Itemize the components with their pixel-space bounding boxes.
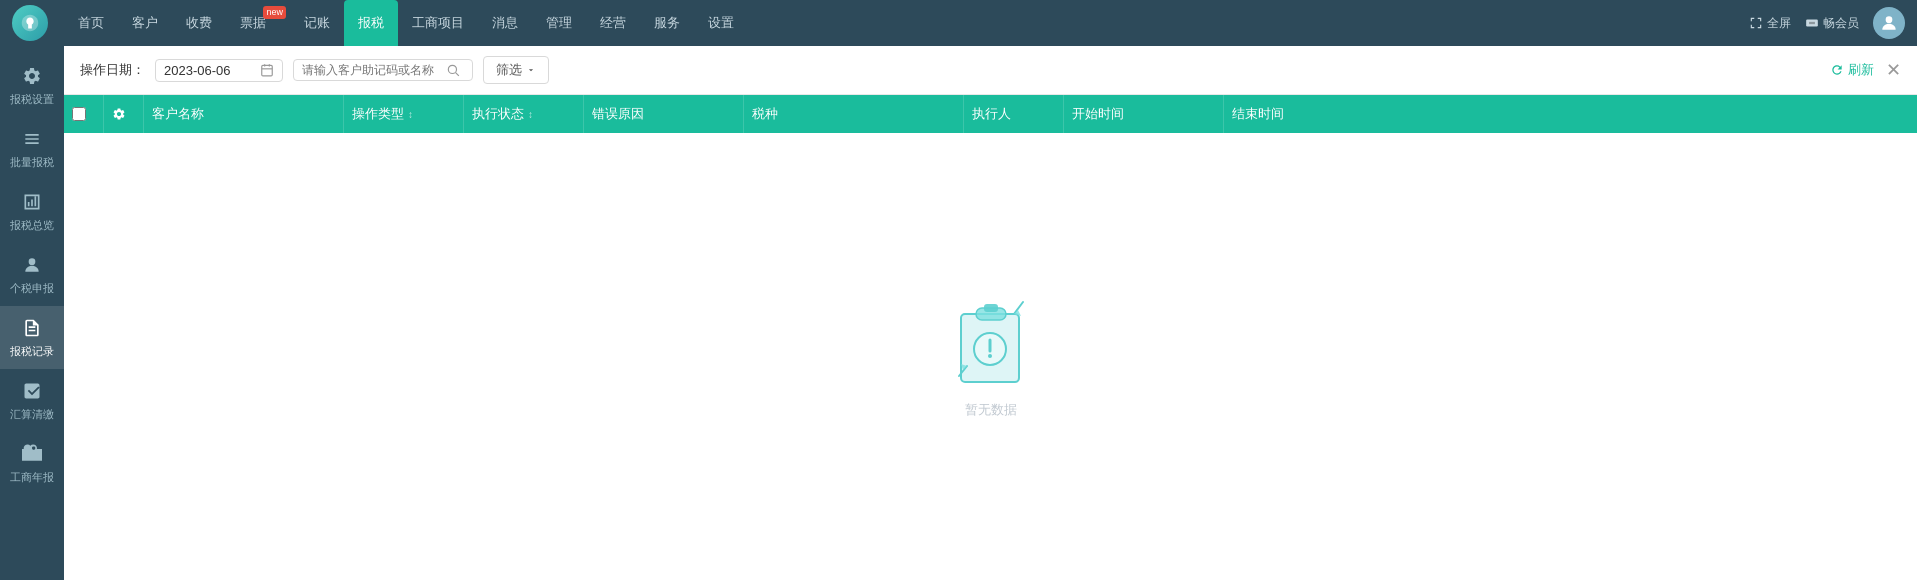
date-label: 操作日期： (80, 61, 145, 79)
nav-customer[interactable]: 客户 (118, 0, 172, 46)
svg-line-8 (456, 73, 459, 76)
settings-icon (20, 64, 44, 88)
th-end-time: 结束时间 (1224, 95, 1384, 133)
sidebar-item-tax-record[interactable]: 报税记录 (0, 306, 64, 369)
sidebar-item-settle[interactable]: 汇算清缴 (0, 369, 64, 432)
batch-icon (20, 127, 44, 151)
record-icon (20, 316, 44, 340)
svg-point-7 (448, 65, 456, 73)
nav-fee[interactable]: 收费 (172, 0, 226, 46)
fullscreen-btn[interactable]: 全屏 (1749, 15, 1791, 32)
sidebar-label-tax-overview: 报税总览 (10, 218, 54, 233)
table-container: 客户名称 操作类型 ↕ 执行状态 ↕ 错误原因 税种 执行人 (64, 95, 1917, 580)
calendar-icon (260, 63, 274, 77)
sidebar-item-tax-overview[interactable]: 报税总览 (0, 180, 64, 243)
th-tax-type: 税种 (744, 95, 964, 133)
sidebar-label-tax-record: 报税记录 (10, 344, 54, 359)
search-icon (446, 63, 460, 77)
select-all-checkbox[interactable] (72, 107, 86, 121)
sidebar-label-settle: 汇算清缴 (10, 407, 54, 422)
nav-business[interactable]: 工商项目 (398, 0, 478, 46)
search-box[interactable] (293, 59, 473, 81)
table-header: 客户名称 操作类型 ↕ 执行状态 ↕ 错误原因 税种 执行人 (64, 95, 1917, 133)
th-gear (104, 95, 144, 133)
sidebar-item-batch-tax[interactable]: 批量报税 (0, 117, 64, 180)
toolbar: 操作日期： 筛选 刷新 ✕ (64, 46, 1917, 95)
annual-icon (20, 442, 44, 466)
member-btn[interactable]: 畅会员 (1805, 15, 1859, 32)
th-start-time: 开始时间 (1064, 95, 1224, 133)
new-badge: new (263, 6, 286, 19)
svg-rect-13 (984, 304, 998, 312)
overview-icon (20, 190, 44, 214)
svg-point-1 (1886, 16, 1893, 23)
empty-illustration-svg (951, 294, 1031, 389)
settle-icon (20, 379, 44, 403)
nav-home[interactable]: 首页 (64, 0, 118, 46)
toolbar-right: 刷新 ✕ (1830, 59, 1901, 81)
top-navigation: 首页 客户 收费 票据 new 记账 报税 工商项目 消息 管理 经营 服务 设… (0, 0, 1917, 46)
filter-button[interactable]: 筛选 (483, 56, 549, 84)
refresh-icon (1830, 63, 1844, 77)
nav-service[interactable]: 服务 (640, 0, 694, 46)
sidebar: 报税设置 批量报税 报税总览 个税申报 报税记录 (0, 46, 64, 580)
table-body: 暂无数据 (64, 133, 1917, 580)
column-settings-icon[interactable] (112, 107, 126, 121)
date-picker[interactable] (155, 59, 283, 82)
date-input[interactable] (164, 63, 254, 78)
th-customer-name: 客户名称 (144, 95, 344, 133)
sidebar-label-batch-tax: 批量报税 (10, 155, 54, 170)
svg-point-16 (988, 354, 992, 358)
nav-message[interactable]: 消息 (478, 0, 532, 46)
th-operation-type: 操作类型 ↕ (344, 95, 464, 133)
sidebar-item-annual-report[interactable]: 工商年报 (0, 432, 64, 495)
user-avatar[interactable] (1873, 7, 1905, 39)
nav-items: 首页 客户 收费 票据 new 记账 报税 工商项目 消息 管理 经营 服务 设… (64, 0, 1749, 46)
th-executor: 执行人 (964, 95, 1064, 133)
empty-state: 暂无数据 (951, 294, 1031, 419)
search-input[interactable] (302, 63, 442, 77)
refresh-button[interactable]: 刷新 (1830, 61, 1874, 79)
nav-bookkeeping[interactable]: 记账 (290, 0, 344, 46)
nav-right: 全屏 畅会员 (1749, 7, 1905, 39)
svg-point-2 (29, 258, 36, 265)
th-checkbox (64, 95, 104, 133)
empty-text: 暂无数据 (965, 401, 1017, 419)
sidebar-label-tax-settings: 报税设置 (10, 92, 54, 107)
svg-rect-3 (262, 65, 273, 76)
app-logo (12, 5, 48, 41)
sidebar-item-personal-tax[interactable]: 个税申报 (0, 243, 64, 306)
sort-icon-operation: ↕ (408, 109, 413, 120)
nav-operation[interactable]: 经营 (586, 0, 640, 46)
nav-ticket[interactable]: 票据 new (226, 0, 290, 46)
nav-tax[interactable]: 报税 (344, 0, 398, 46)
close-button[interactable]: ✕ (1886, 59, 1901, 81)
sidebar-label-annual-report: 工商年报 (10, 470, 54, 485)
sort-icon-status: ↕ (528, 109, 533, 120)
sidebar-item-tax-settings[interactable]: 报税设置 (0, 54, 64, 117)
nav-settings[interactable]: 设置 (694, 0, 748, 46)
th-error-reason: 错误原因 (584, 95, 744, 133)
tax-icon (20, 253, 44, 277)
main-layout: 报税设置 批量报税 报税总览 个税申报 报税记录 (0, 46, 1917, 580)
chevron-down-icon (526, 65, 536, 75)
sidebar-label-personal-tax: 个税申报 (10, 281, 54, 296)
nav-manage[interactable]: 管理 (532, 0, 586, 46)
th-exec-status: 执行状态 ↕ (464, 95, 584, 133)
content-area: 操作日期： 筛选 刷新 ✕ (64, 46, 1917, 580)
